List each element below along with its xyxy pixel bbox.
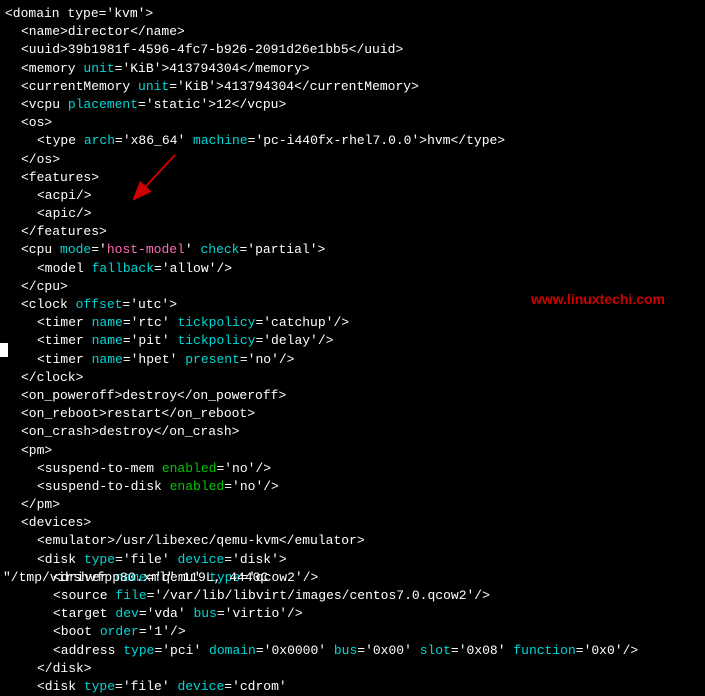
code-line: <disk type='file' device='disk'> — [5, 551, 700, 569]
code-line: </os> — [5, 151, 700, 169]
code-line: <on_reboot>restart</on_reboot> — [5, 405, 700, 423]
code-line: </clock> — [5, 369, 700, 387]
code-line: <timer name='rtc' tickpolicy='catchup'/> — [5, 314, 700, 332]
code-line: <acpi/> — [5, 187, 700, 205]
code-line: </features> — [5, 223, 700, 241]
code-line: <disk type='file' device='cdrom' — [5, 678, 700, 696]
code-line: <boot order='1'/> — [5, 623, 700, 641]
code-line: <uuid>39b1981f-4596-4fc7-b926-2091d26e1b… — [5, 41, 700, 59]
code-line: <pm> — [5, 442, 700, 460]
code-line: </pm> — [5, 496, 700, 514]
code-line: <currentMemory unit='KiB'>413794304</cur… — [5, 78, 700, 96]
vim-status-line: "/tmp/virshvfpp80.xml" 119L, 4440C — [3, 569, 268, 587]
terminal-editor[interactable]: <domain type='kvm'> <name>director</name… — [5, 5, 700, 696]
code-line: <os> — [5, 114, 700, 132]
code-line: <domain type='kvm'> — [5, 5, 700, 23]
code-line: <vcpu placement='static'>12</vcpu> — [5, 96, 700, 114]
code-line: <source file='/var/lib/libvirt/images/ce… — [5, 587, 700, 605]
code-line: <model fallback='allow'/> — [5, 260, 700, 278]
code-line: <cpu mode='host-model' check='partial'> — [5, 241, 700, 259]
code-line: <name>director</name> — [5, 23, 700, 41]
code-line: <suspend-to-disk enabled='no'/> — [5, 478, 700, 496]
code-line: <on_crash>destroy</on_crash> — [5, 423, 700, 441]
code-line: <on_poweroff>destroy</on_poweroff> — [5, 387, 700, 405]
code-line: <address type='pci' domain='0x0000' bus=… — [5, 642, 700, 660]
watermark-text: www.linuxtechi.com — [531, 290, 665, 310]
code-line: <type arch='x86_64' machine='pc-i440fx-r… — [5, 132, 700, 150]
code-line: <emulator>/usr/libexec/qemu-kvm</emulato… — [5, 532, 700, 550]
code-line: <devices> — [5, 514, 700, 532]
code-line: <target dev='vda' bus='virtio'/> — [5, 605, 700, 623]
code-line: <apic/> — [5, 205, 700, 223]
code-line: </disk> — [5, 660, 700, 678]
cursor-icon — [0, 343, 8, 357]
code-line: <suspend-to-mem enabled='no'/> — [5, 460, 700, 478]
code-line: <timer name='pit' tickpolicy='delay'/> — [5, 332, 700, 350]
code-line: <timer name='hpet' present='no'/> — [5, 351, 700, 369]
code-line: <memory unit='KiB'>413794304</memory> — [5, 60, 700, 78]
code-line: <features> — [5, 169, 700, 187]
